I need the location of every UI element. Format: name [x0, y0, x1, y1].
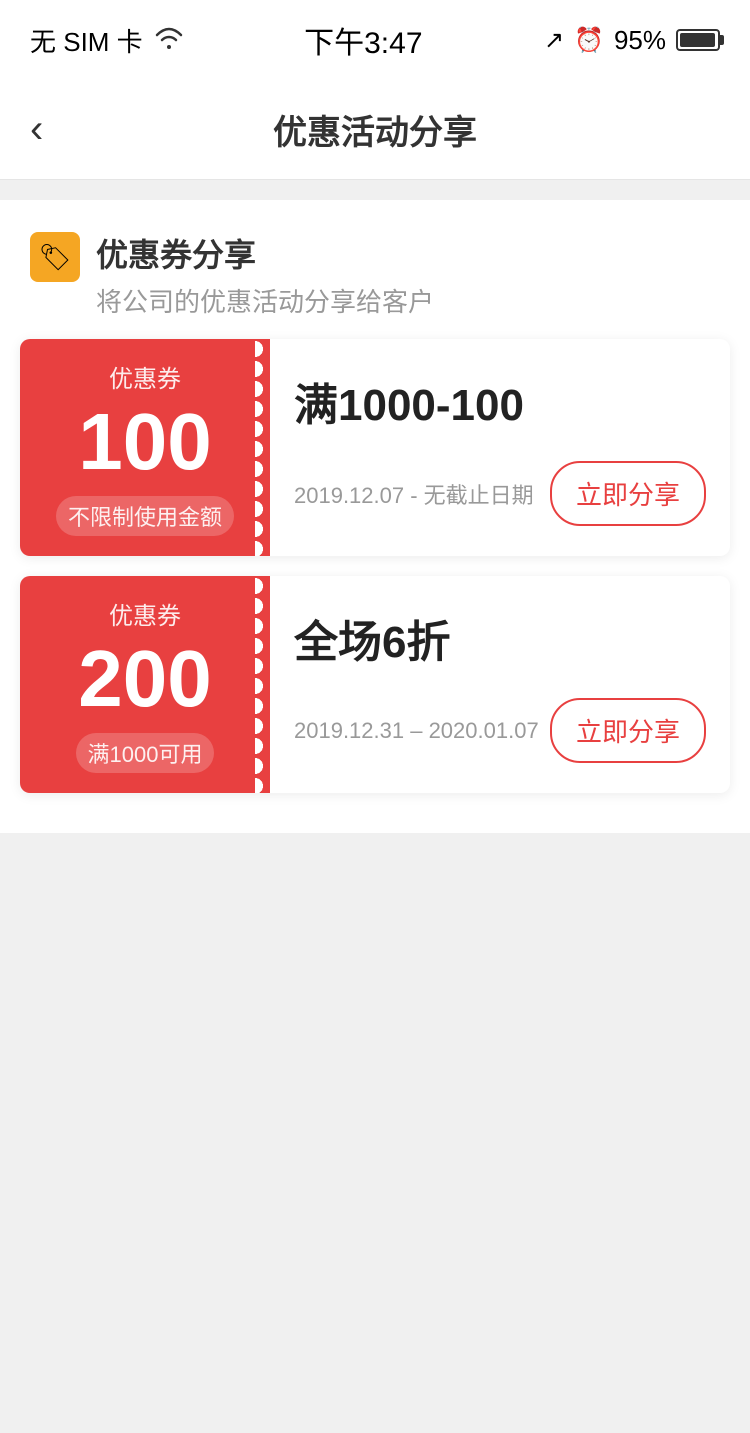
battery-percent: 95%	[614, 25, 666, 56]
share-button-1[interactable]: 立即分享	[550, 461, 706, 526]
empty-content-area	[0, 833, 750, 1433]
top-divider	[0, 180, 750, 200]
section-header: 🏷 优惠券分享 将公司的优惠活动分享给客户	[0, 200, 750, 339]
coupon-date-2: 2019.12.31 – 2020.01.07	[294, 718, 550, 744]
coupon-bottom-2: 2019.12.31 – 2020.01.07 立即分享	[294, 698, 706, 763]
coupon-condition-1: 不限制使用金额	[56, 496, 234, 536]
coupon-list: 优惠券 100 不限制使用金额 满1000-100 2019.12.07 - 无…	[0, 339, 750, 833]
page-title: 优惠活动分享	[273, 105, 477, 154]
section-subtitle: 将公司的优惠活动分享给客户	[96, 282, 434, 319]
status-right: ↗ ⏰ 95%	[544, 25, 720, 56]
coupon-bottom-1: 2019.12.07 - 无截止日期 立即分享	[294, 461, 706, 526]
back-chevron-icon: ‹	[30, 107, 43, 152]
coupon-right-1: 满1000-100 2019.12.07 - 无截止日期 立即分享	[270, 339, 730, 556]
coupon-value-1: 100	[78, 402, 211, 482]
coupon-type-1: 优惠券	[109, 359, 181, 394]
alarm-icon: ⏰	[574, 26, 604, 55]
coupon-title-1: 满1000-100	[294, 369, 706, 433]
share-button-2[interactable]: 立即分享	[550, 698, 706, 763]
coupon-left-1: 优惠券 100 不限制使用金额	[20, 339, 270, 556]
coupon-left-2: 优惠券 200 满1000可用	[20, 576, 270, 793]
coupon-title-2: 全场6折	[294, 606, 706, 670]
coupon-share-icon: 🏷	[30, 232, 80, 282]
status-bar: 无 SIM 卡 下午3:47 ↗ ⏰ 95%	[0, 0, 750, 80]
wifi-icon	[155, 25, 183, 56]
coupon-card-1: 优惠券 100 不限制使用金额 满1000-100 2019.12.07 - 无…	[20, 339, 730, 556]
coupon-value-2: 200	[78, 639, 211, 719]
location-icon: ↗	[544, 26, 564, 55]
carrier-label: 无 SIM 卡	[30, 22, 143, 59]
coupon-type-2: 优惠券	[109, 596, 181, 631]
coupon-right-2: 全场6折 2019.12.31 – 2020.01.07 立即分享	[270, 576, 730, 793]
section-text: 优惠券分享 将公司的优惠活动分享给客户	[96, 230, 434, 319]
section-title: 优惠券分享	[96, 230, 434, 276]
coupon-card-2: 优惠券 200 满1000可用 全场6折 2019.12.31 – 2020.0…	[20, 576, 730, 793]
status-left: 无 SIM 卡	[30, 22, 183, 59]
back-button[interactable]: ‹	[30, 107, 43, 152]
coupon-icon-glyph: 🏷	[38, 242, 71, 273]
coupon-date-1: 2019.12.07 - 无截止日期	[294, 478, 550, 510]
status-time: 下午3:47	[304, 18, 422, 62]
battery-icon	[676, 29, 720, 51]
coupon-condition-2: 满1000可用	[76, 733, 215, 773]
navigation-bar: ‹ 优惠活动分享	[0, 80, 750, 180]
